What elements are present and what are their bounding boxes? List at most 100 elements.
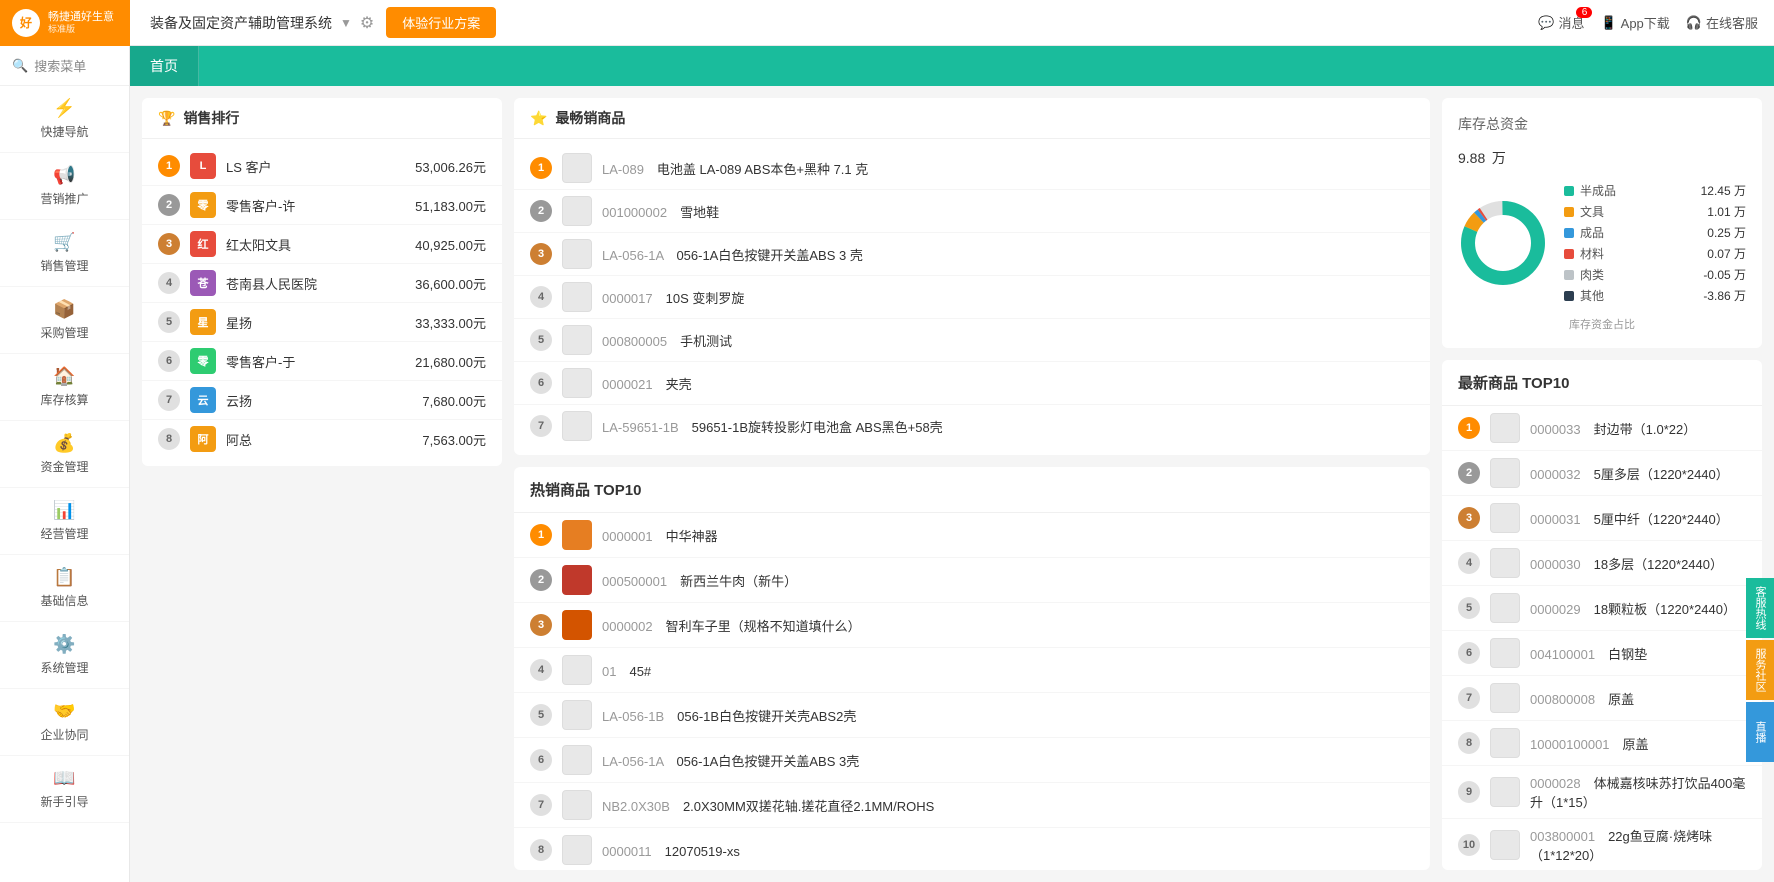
rank-number: 1 <box>530 524 552 546</box>
rank-number: 6 <box>1458 642 1480 664</box>
best-seller-row: 6 0000021 夹壳 <box>514 362 1430 405</box>
sidebar-search[interactable]: 🔍 搜索菜单 <box>0 46 129 86</box>
rank-number: 8 <box>158 428 180 450</box>
legend-dot <box>1564 249 1574 259</box>
sidebar-item-label: 快捷导航 <box>40 123 88 140</box>
product-thumb <box>562 700 592 730</box>
product-thumb <box>562 565 592 595</box>
panel-center: ⭐ 最畅销商品 1 LA-089 电池盖 LA-089 ABS本色+黑种 7.1… <box>514 98 1430 870</box>
legend-item: 肉类 -0.05 万 <box>1564 266 1746 283</box>
basic-info-icon: 📋 <box>53 567 75 588</box>
product-thumb <box>562 239 592 269</box>
best-seller-row: 2 001000002 雪地鞋 <box>514 190 1430 233</box>
sidebar-item-system[interactable]: ⚙️ 系统管理 <box>0 622 129 689</box>
product-thumb <box>562 520 592 550</box>
latest-product-row: 10 003800001 22g鱼豆腐·烧烤味（1*12*20） <box>1442 819 1762 870</box>
hot-product-row: 4 01 45# <box>514 648 1430 693</box>
sidebar-item-marketing[interactable]: 📢 营销推广 <box>0 153 129 220</box>
sidebar-item-label: 基础信息 <box>40 592 88 609</box>
legend-item: 半成品 12.45 万 <box>1564 182 1746 199</box>
sales-icon: 🛒 <box>53 232 75 253</box>
rank-avatar: 红 <box>190 231 216 257</box>
message-button[interactable]: 💬 消息 6 <box>1538 13 1584 32</box>
sidebar-item-operations[interactable]: 📊 经营管理 <box>0 488 129 555</box>
sidebar-item-sales[interactable]: 🛒 销售管理 <box>0 220 129 287</box>
legend-item: 成品 0.25 万 <box>1564 224 1746 241</box>
product-info: 0000029 18颗粒板（1220*2440） <box>1530 599 1746 618</box>
ranking-row: 5 星 星扬 33,333.00元 <box>142 303 502 342</box>
ranking-row: 4 苍 苍南县人民医院 36,600.00元 <box>142 264 502 303</box>
hot-product-row: 3 0000002 智利车子里（规格不知道填什么） <box>514 603 1430 648</box>
ranking-row: 6 零 零售客户-于 21,680.00元 <box>142 342 502 381</box>
trial-button[interactable]: 体验行业方案 <box>386 7 496 38</box>
sidebar-item-label: 新手引导 <box>40 793 88 810</box>
sidebar-item-inventory[interactable]: 🏠 库存核算 <box>0 354 129 421</box>
product-thumb <box>562 368 592 398</box>
app-download-button[interactable]: 📱 App下载 <box>1600 13 1669 32</box>
latest-products-body: 1 0000033 封边带（1.0*22） 2 0000032 5厘多层（122… <box>1442 406 1762 870</box>
tab-bar: 首页 <box>130 46 1774 86</box>
rank-name: 零售客户-于 <box>226 352 405 371</box>
panel-right: 库存总资金 9.88 万 <box>1442 98 1762 870</box>
rank-number: 4 <box>530 286 552 308</box>
rank-name: 星扬 <box>226 313 405 332</box>
rank-name: LA-59651-1B 59651-1B旋转投影灯电池盒 ABS黑色+58壳 <box>602 417 1414 436</box>
inventory-total: 9.88 万 <box>1458 142 1746 170</box>
gear-icon[interactable]: ⚙ <box>360 13 374 33</box>
ranking-row: 1 L LS 客户 53,006.26元 <box>142 147 502 186</box>
legend-value: 0.25 万 <box>1707 224 1746 241</box>
rank-name: 零售客户-许 <box>226 196 405 215</box>
legend-label: 肉类 <box>1580 266 1697 283</box>
rank-amount: 51,183.00元 <box>415 196 486 215</box>
sidebar-item-guide[interactable]: 📖 新手引导 <box>0 756 129 823</box>
system-selector[interactable]: 装备及固定资产辅助管理系统 ▼ <box>150 13 352 33</box>
rank-name: 苍南县人民医院 <box>226 274 405 293</box>
rank-amount: 7,680.00元 <box>422 391 486 410</box>
sidebar-item-cooperation[interactable]: 🤝 企业协同 <box>0 689 129 756</box>
float-customer-service[interactable]: 客服热线 <box>1746 578 1774 638</box>
legend-value: 12.45 万 <box>1701 182 1746 199</box>
latest-product-row: 3 0000031 5厘中纤（1220*2440） <box>1442 496 1762 541</box>
best-seller-title: 最畅销商品 <box>555 108 625 128</box>
page-content: 🏆 销售排行 1 L LS 客户 53,006.26元 2 零 零售客户-许 5… <box>130 86 1774 882</box>
inventory-icon: 🏠 <box>53 366 75 387</box>
search-menu-button[interactable]: 🔍 搜索菜单 <box>12 56 117 75</box>
product-thumb <box>562 325 592 355</box>
legend-dot <box>1564 291 1574 301</box>
tab-home[interactable]: 首页 <box>130 46 199 86</box>
rank-number: 5 <box>1458 597 1480 619</box>
legend-label: 半成品 <box>1580 182 1695 199</box>
sidebar-item-quick-nav[interactable]: ⚡ 快捷导航 <box>0 86 129 153</box>
rank-number: 4 <box>530 659 552 681</box>
sales-ranking-header: 🏆 销售排行 <box>142 98 502 139</box>
rank-number: 6 <box>530 749 552 771</box>
float-service: 客服热线 服务社区 直播 <box>1746 578 1774 762</box>
logo-icon: 好 <box>12 9 40 37</box>
product-thumb <box>562 411 592 441</box>
latest-product-row: 9 0000028 体械嘉核味苏打饮品400毫升（1*15） <box>1442 766 1762 819</box>
hot-products-body: 1 0000001 中华神器 2 000500001 新西兰牛肉（新牛） 3 0… <box>514 513 1430 870</box>
latest-product-row: 2 0000032 5厘多层（1220*2440） <box>1442 451 1762 496</box>
product-thumb <box>562 655 592 685</box>
float-live[interactable]: 直播 <box>1746 702 1774 762</box>
mobile-icon: 📱 <box>1600 15 1616 31</box>
sidebar-item-label: 企业协同 <box>40 726 88 743</box>
rank-name: 000800005 手机测试 <box>602 331 1414 350</box>
float-service-community[interactable]: 服务社区 <box>1746 640 1774 700</box>
legend-dot <box>1564 186 1574 196</box>
legend-dot <box>1564 270 1574 280</box>
rank-number: 5 <box>530 329 552 351</box>
customer-service-button[interactable]: 🎧 在线客服 <box>1686 13 1758 32</box>
tab-home-label: 首页 <box>150 58 178 74</box>
sidebar-item-finance[interactable]: 💰 资金管理 <box>0 421 129 488</box>
latest-products-card: 最新商品 TOP10 1 0000033 封边带（1.0*22） 2 00000… <box>1442 360 1762 870</box>
hot-product-row: 2 000500001 新西兰牛肉（新牛） <box>514 558 1430 603</box>
product-info: 0000011 12070519-xs <box>602 841 1414 860</box>
legend-label: 文具 <box>1580 203 1701 220</box>
best-seller-row: 5 000800005 手机测试 <box>514 319 1430 362</box>
sidebar-item-basic-info[interactable]: 📋 基础信息 <box>0 555 129 622</box>
rank-number: 3 <box>1458 507 1480 529</box>
sidebar-item-purchase[interactable]: 📦 采购管理 <box>0 287 129 354</box>
ranking-row: 7 云 云扬 7,680.00元 <box>142 381 502 420</box>
headphone-icon: 🎧 <box>1686 15 1702 31</box>
